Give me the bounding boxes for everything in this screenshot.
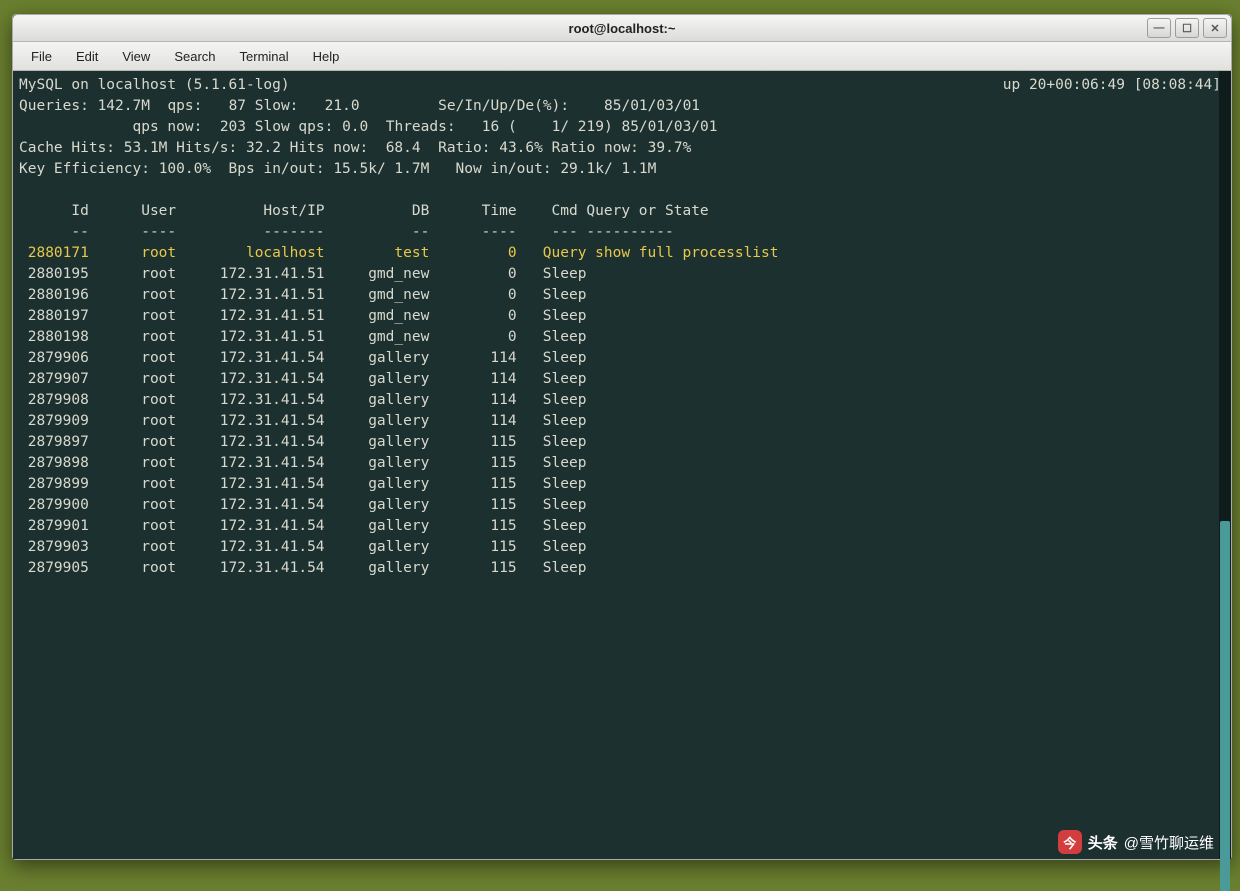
- menu-terminal[interactable]: Terminal: [230, 46, 299, 67]
- scrollbar-thumb[interactable]: [1220, 521, 1230, 891]
- process-row[interactable]: 2879900 root 172.31.41.54 gallery 115 Sl…: [19, 497, 586, 513]
- process-row[interactable]: 2879899 root 172.31.41.54 gallery 115 Sl…: [19, 476, 586, 492]
- window-titlebar[interactable]: root@localhost:~ — ☐ ✕: [13, 15, 1231, 42]
- stat-seiupdel: 85/01/03/01: [604, 98, 700, 114]
- stat-slow: 21.0: [325, 98, 360, 114]
- process-row[interactable]: 2879897 root 172.31.41.54 gallery 115 Sl…: [19, 434, 586, 450]
- maximize-button[interactable]: ☐: [1175, 18, 1199, 38]
- watermark-author: @雪竹聊运维: [1124, 832, 1214, 853]
- terminal-window: root@localhost:~ — ☐ ✕ File Edit View Se…: [12, 14, 1232, 860]
- watermark-brand: 头条: [1088, 832, 1118, 853]
- col-headers: Id User Host/IP DB Time Cmd Query or Sta…: [19, 203, 709, 219]
- uptime: up 20+00:06:49 [08:08:44]: [1003, 75, 1221, 96]
- stat-slowqps-label: Slow qps:: [255, 119, 334, 135]
- stat-threads-pct: 85/01/03/01: [621, 119, 717, 135]
- stat-qpsnow: 203: [220, 119, 246, 135]
- process-row[interactable]: 2879898 root 172.31.41.54 gallery 115 Sl…: [19, 455, 586, 471]
- stat-ratio: 43.6%: [499, 140, 543, 156]
- process-row[interactable]: 2879909 root 172.31.41.54 gallery 114 Sl…: [19, 413, 586, 429]
- terminal-content[interactable]: MySQL on localhost (5.1.61-log) up 20+00:…: [13, 71, 1231, 859]
- minimize-button[interactable]: —: [1147, 18, 1171, 38]
- stat-cachehits-label: Cache Hits:: [19, 140, 115, 156]
- stat-cachehits: 53.1M: [124, 140, 168, 156]
- stat-keyeff-label: Key Efficiency:: [19, 161, 150, 177]
- process-row[interactable]: 2880196 root 172.31.41.51 gmd_new 0 Slee…: [19, 287, 586, 303]
- stat-threads: 16 ( 1/ 219): [482, 119, 613, 135]
- process-row[interactable]: 2879906 root 172.31.41.54 gallery 114 Sl…: [19, 350, 586, 366]
- stat-ratio-label: Ratio:: [438, 140, 490, 156]
- stat-slow-label: Slow:: [255, 98, 299, 114]
- window-title: root@localhost:~: [13, 21, 1231, 36]
- stat-queries-label: Queries:: [19, 98, 89, 114]
- stat-nowio: 29.1k/ 1.1M: [560, 161, 656, 177]
- close-button[interactable]: ✕: [1203, 18, 1227, 38]
- menu-edit[interactable]: Edit: [66, 46, 108, 67]
- stat-slowqps: 0.0: [342, 119, 368, 135]
- process-row[interactable]: 2880171 root localhost test 0 Query show…: [19, 245, 779, 261]
- col-divider: -- ---- ------- -- ---- --- ----------: [19, 224, 674, 240]
- watermark-badge-icon: 今: [1058, 830, 1082, 854]
- stat-seiupdel-label: Se/In/Up/De(%):: [438, 98, 569, 114]
- process-row[interactable]: 2879907 root 172.31.41.54 gallery 114 Sl…: [19, 371, 586, 387]
- stat-threads-label: Threads:: [386, 119, 456, 135]
- stat-rationow: 39.7%: [648, 140, 692, 156]
- stat-bpsio: 15.5k/ 1.7M: [333, 161, 429, 177]
- stat-hitsnow: 68.4: [386, 140, 421, 156]
- watermark: 今 头条 @雪竹聊运维: [1058, 830, 1214, 854]
- menu-view[interactable]: View: [112, 46, 160, 67]
- process-row[interactable]: 2879901 root 172.31.41.54 gallery 115 Sl…: [19, 518, 586, 534]
- stat-hitss-label: Hits/s:: [176, 140, 237, 156]
- process-row[interactable]: 2880195 root 172.31.41.51 gmd_new 0 Slee…: [19, 266, 586, 282]
- menu-search[interactable]: Search: [164, 46, 225, 67]
- mysql-header: MySQL on localhost (5.1.61-log): [19, 77, 290, 93]
- terminal-scrollbar[interactable]: [1219, 71, 1231, 859]
- stat-nowio-label: Now in/out:: [456, 161, 552, 177]
- stat-hitsnow-label: Hits now:: [290, 140, 369, 156]
- window-buttons: — ☐ ✕: [1147, 18, 1227, 38]
- menu-help[interactable]: Help: [303, 46, 350, 67]
- process-row[interactable]: 2879908 root 172.31.41.54 gallery 114 Sl…: [19, 392, 586, 408]
- stat-hitss: 32.2: [246, 140, 281, 156]
- process-row[interactable]: 2879903 root 172.31.41.54 gallery 115 Sl…: [19, 539, 586, 555]
- stat-qps-label: qps:: [167, 98, 202, 114]
- stat-keyeff: 100.0%: [159, 161, 211, 177]
- process-row[interactable]: 2879905 root 172.31.41.54 gallery 115 Sl…: [19, 560, 586, 576]
- stat-bpsio-label: Bps in/out:: [229, 161, 325, 177]
- menu-file[interactable]: File: [21, 46, 62, 67]
- menubar: File Edit View Search Terminal Help: [13, 42, 1231, 71]
- process-row[interactable]: 2880198 root 172.31.41.51 gmd_new 0 Slee…: [19, 329, 586, 345]
- process-row[interactable]: 2880197 root 172.31.41.51 gmd_new 0 Slee…: [19, 308, 586, 324]
- stat-queries: 142.7M: [98, 98, 150, 114]
- stat-qpsnow-label: qps now:: [133, 119, 203, 135]
- stat-qps: 87: [229, 98, 246, 114]
- process-rows: 2880171 root localhost test 0 Query show…: [19, 245, 779, 576]
- stat-rationow-label: Ratio now:: [552, 140, 639, 156]
